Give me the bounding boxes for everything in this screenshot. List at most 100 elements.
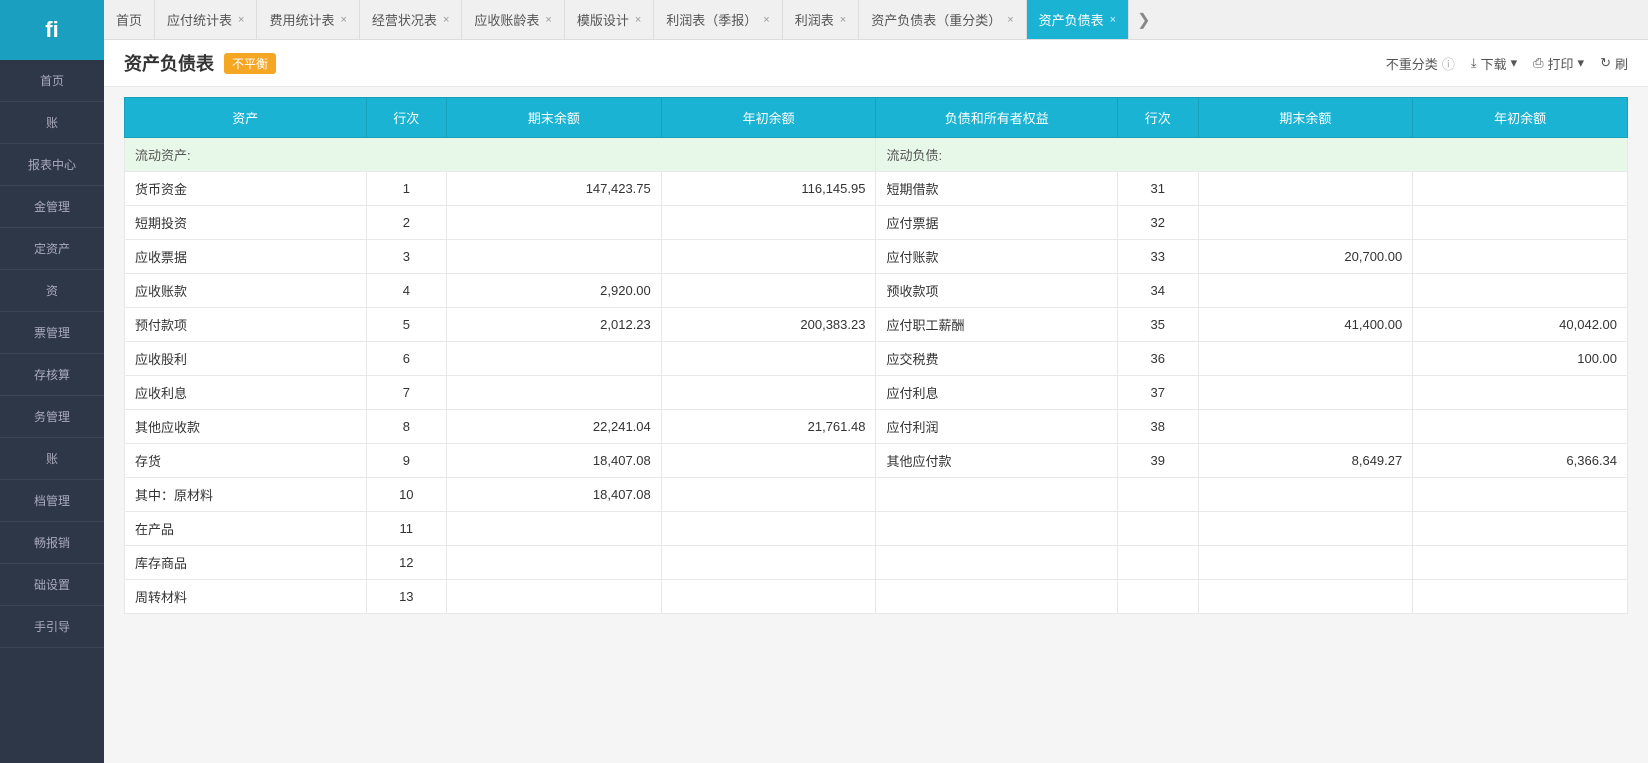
tab-template-design[interactable]: 模版设计 × xyxy=(565,0,654,39)
left-begin-balance xyxy=(661,580,876,614)
right-begin-balance xyxy=(1413,376,1628,410)
tab-payable-stats[interactable]: 应付统计表 × xyxy=(155,0,257,39)
left-begin-balance xyxy=(661,512,876,546)
sidebar-item-account2[interactable]: 账 xyxy=(0,438,104,480)
left-item: 货币资金 xyxy=(125,172,367,206)
right-row-num xyxy=(1118,580,1199,614)
sidebar-item-inventory[interactable]: 存核算 xyxy=(0,354,104,396)
left-end-balance xyxy=(447,512,662,546)
left-row-num: 12 xyxy=(366,546,447,580)
page-title: 资产负债表 xyxy=(124,50,214,76)
tab-close-profit-quarterly[interactable]: × xyxy=(763,14,769,26)
tab-operations[interactable]: 经营状况表 × xyxy=(360,0,462,39)
sidebar-item-reports[interactable]: 报表中心 xyxy=(0,144,104,186)
left-item: 周转材料 xyxy=(125,580,367,614)
left-begin-balance xyxy=(661,478,876,512)
right-row-num xyxy=(1118,478,1199,512)
sidebar-item-archives[interactable]: 档管理 xyxy=(0,480,104,522)
col-header-end-right: 期末余额 xyxy=(1198,98,1413,138)
table-row[interactable]: 其中：原材料 10 18,407.08 xyxy=(125,478,1628,512)
right-row-num: 34 xyxy=(1118,274,1199,308)
sidebar-item-investment[interactable]: 资 xyxy=(0,270,104,312)
table-row[interactable]: 存货 9 18,407.08 其他应付款 39 8,649.27 6,366.3… xyxy=(125,444,1628,478)
tab-expense-stats[interactable]: 费用统计表 × xyxy=(257,0,359,39)
left-end-balance xyxy=(447,546,662,580)
right-end-balance xyxy=(1198,546,1413,580)
left-begin-balance xyxy=(661,376,876,410)
left-end-balance xyxy=(447,580,662,614)
help-icon: ⓘ xyxy=(1442,54,1455,73)
sidebar-item-fixed-assets[interactable]: 定资产 xyxy=(0,228,104,270)
right-begin-balance xyxy=(1413,172,1628,206)
sidebar-item-settings[interactable]: 础设置 xyxy=(0,564,104,606)
refresh-button[interactable]: ↻ 刷 xyxy=(1600,54,1628,73)
left-end-balance: 18,407.08 xyxy=(447,444,662,478)
tab-close-receivable-aging[interactable]: × xyxy=(545,14,551,26)
col-header-begin-right: 年初余额 xyxy=(1413,98,1628,138)
section-label-left: 流动资产: xyxy=(125,138,876,172)
table-row[interactable]: 周转材料 13 xyxy=(125,580,1628,614)
left-item: 应收股利 xyxy=(125,342,367,376)
right-begin-balance xyxy=(1413,580,1628,614)
right-end-balance xyxy=(1198,376,1413,410)
tab-close-template-design[interactable]: × xyxy=(635,14,641,26)
right-end-balance xyxy=(1198,342,1413,376)
left-begin-balance: 21,761.48 xyxy=(661,410,876,444)
table-row[interactable]: 短期投资 2 应付票据 32 xyxy=(125,206,1628,240)
print-icon: ⎙ xyxy=(1533,55,1543,71)
table-row[interactable]: 应收账款 4 2,920.00 预收款项 34 xyxy=(125,274,1628,308)
left-item: 应收账款 xyxy=(125,274,367,308)
tab-close-payable-stats[interactable]: × xyxy=(238,14,244,26)
tab-profit-quarterly[interactable]: 利润表（季报） × xyxy=(654,0,782,39)
tab-balance[interactable]: 资产负债表 × xyxy=(1027,0,1129,39)
left-row-num: 6 xyxy=(366,342,447,376)
sidebar-item-guide[interactable]: 手引导 xyxy=(0,606,104,648)
tab-close-profit[interactable]: × xyxy=(840,14,846,26)
table-row[interactable]: 应收股利 6 应交税费 36 100.00 xyxy=(125,342,1628,376)
download-label: 下载 xyxy=(1481,54,1507,73)
tab-scroll-right[interactable]: ❯ xyxy=(1129,10,1158,30)
sidebar-item-expense[interactable]: 畅报销 xyxy=(0,522,104,564)
sidebar-item-ledger[interactable]: 账 xyxy=(0,102,104,144)
table-row[interactable]: 在产品 11 xyxy=(125,512,1628,546)
table-section-row: 流动资产: 流动负债: xyxy=(125,138,1628,172)
table-container: 资产 行次 期末余额 年初余额 负债和所有者权益 行次 期末余额 年初余额 流动… xyxy=(104,87,1648,763)
left-row-num: 11 xyxy=(366,512,447,546)
left-item: 其他应收款 xyxy=(125,410,367,444)
download-button[interactable]: ⤓ 下载 ▾ xyxy=(1471,54,1517,73)
table-row[interactable]: 其他应收款 8 22,241.04 21,761.48 应付利润 38 xyxy=(125,410,1628,444)
table-row[interactable]: 应收利息 7 应付利息 37 xyxy=(125,376,1628,410)
sidebar-item-tickets[interactable]: 票管理 xyxy=(0,312,104,354)
sidebar-item-tax[interactable]: 务管理 xyxy=(0,396,104,438)
right-end-balance: 41,400.00 xyxy=(1198,308,1413,342)
tab-close-balance[interactable]: × xyxy=(1110,14,1116,26)
left-item: 预付款项 xyxy=(125,308,367,342)
table-row[interactable]: 货币资金 1 147,423.75 116,145.95 短期借款 31 xyxy=(125,172,1628,206)
left-row-num: 8 xyxy=(366,410,447,444)
right-begin-balance: 40,042.00 xyxy=(1413,308,1628,342)
no-reclassify-option[interactable]: 不重分类 ⓘ xyxy=(1386,54,1455,73)
table-row[interactable]: 应收票据 3 应付账款 33 20,700.00 xyxy=(125,240,1628,274)
sidebar-item-home[interactable]: 首页 xyxy=(0,60,104,102)
tab-balance-reclassify[interactable]: 资产负债表（重分类） × xyxy=(859,0,1026,39)
download-chevron-icon: ▾ xyxy=(1511,55,1518,71)
tab-close-operations[interactable]: × xyxy=(443,14,449,26)
left-end-balance xyxy=(447,376,662,410)
tab-close-expense-stats[interactable]: × xyxy=(340,14,346,26)
left-begin-balance xyxy=(661,444,876,478)
right-row-num: 32 xyxy=(1118,206,1199,240)
left-end-balance: 147,423.75 xyxy=(447,172,662,206)
print-button[interactable]: ⎙ 打印 ▾ xyxy=(1533,54,1584,73)
right-begin-balance: 100.00 xyxy=(1413,342,1628,376)
right-row-num: 38 xyxy=(1118,410,1199,444)
table-row[interactable]: 预付款项 5 2,012.23 200,383.23 应付职工薪酬 35 41,… xyxy=(125,308,1628,342)
right-begin-balance xyxy=(1413,546,1628,580)
tab-profit[interactable]: 利润表 × xyxy=(783,0,859,39)
tab-home[interactable]: 首页 xyxy=(104,0,155,39)
tab-close-balance-reclassify[interactable]: × xyxy=(1007,14,1013,26)
tab-receivable-aging[interactable]: 应收账龄表 × xyxy=(462,0,564,39)
table-row[interactable]: 库存商品 12 xyxy=(125,546,1628,580)
right-item: 短期借款 xyxy=(876,172,1118,206)
right-item: 应付票据 xyxy=(876,206,1118,240)
sidebar-item-cash[interactable]: 金管理 xyxy=(0,186,104,228)
